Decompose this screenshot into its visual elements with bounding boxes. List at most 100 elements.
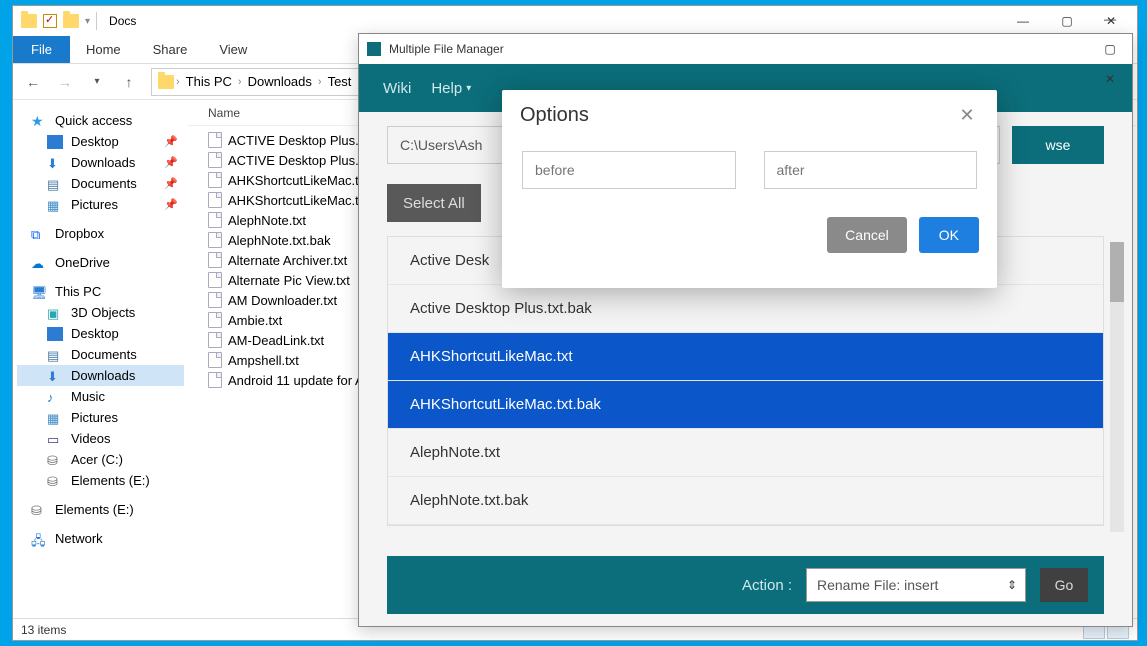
maximize-button[interactable]: ▢ <box>1045 6 1089 36</box>
tree-label: Downloads <box>71 368 135 383</box>
file-name: AM-DeadLink.txt <box>228 333 324 348</box>
tree-label: Acer (C:) <box>71 452 123 467</box>
chevron-right-icon: › <box>238 76 242 88</box>
file-name: Alternate Archiver.txt <box>228 253 347 268</box>
ribbon-file-tab[interactable]: File <box>13 36 70 63</box>
chevron-right-icon: › <box>318 76 322 88</box>
file-name: AHKShortcutLikeMac.txt.b <box>228 193 380 208</box>
back-button[interactable]: ← <box>19 68 47 96</box>
drive-icon: ⛁ <box>31 503 47 517</box>
chevron-down-icon[interactable]: ▾ <box>85 16 90 27</box>
pin-icon: 📌 <box>164 135 178 148</box>
save-icon[interactable] <box>43 14 57 28</box>
tree-3d-objects[interactable]: ▣3D Objects <box>17 302 184 323</box>
modal-overlay: Options ✕ Cancel OK <box>359 34 1132 626</box>
breadcrumb-part[interactable]: This PC <box>182 74 236 89</box>
tree-label: Pictures <box>71 197 118 212</box>
tree-desktop[interactable]: Desktop📌 <box>17 131 184 152</box>
tree-onedrive[interactable]: ☁OneDrive <box>17 252 184 273</box>
document-icon: ▤ <box>47 348 63 362</box>
ok-button[interactable]: OK <box>919 217 979 253</box>
separator <box>96 12 97 30</box>
file-name: Ampshell.txt <box>228 353 299 368</box>
tree-label: Pictures <box>71 410 118 425</box>
column-label: Name <box>208 106 240 120</box>
tree-videos[interactable]: ▭ Videos <box>17 428 184 449</box>
tree-label: Network <box>55 531 103 546</box>
file-icon <box>208 332 222 348</box>
file-icon <box>208 252 222 268</box>
file-icon <box>208 372 222 388</box>
pc-icon: 🖥 <box>31 285 47 299</box>
options-dialog: Options ✕ Cancel OK <box>502 90 997 288</box>
tree-label: OneDrive <box>55 255 110 270</box>
tree-label: Documents <box>71 347 137 362</box>
tree-pictures[interactable]: ▦ Pictures 📌 <box>17 194 184 215</box>
tree-label: Videos <box>71 431 111 446</box>
dialog-title: Options <box>520 104 955 127</box>
cancel-button[interactable]: Cancel <box>827 217 907 253</box>
tree-drive-e2[interactable]: ⛁Elements (E:) <box>17 499 184 520</box>
forward-button[interactable]: → <box>51 68 79 96</box>
download-icon: ⬇ <box>47 156 63 170</box>
tree-drive-e[interactable]: ⛁ Elements (E:) <box>17 470 184 491</box>
tree-desktop2[interactable]: Desktop <box>17 323 184 344</box>
close-icon[interactable]: ✕ <box>955 105 979 126</box>
3d-icon: ▣ <box>47 306 63 320</box>
minimize-button[interactable]: — <box>1001 6 1045 36</box>
ribbon-share-tab[interactable]: Share <box>137 36 204 63</box>
tree-pictures2[interactable]: ▦Pictures <box>17 407 184 428</box>
file-icon <box>208 132 222 148</box>
recent-dropdown[interactable]: ▾ <box>83 68 111 96</box>
tree-label: Documents <box>71 176 137 191</box>
tree-dropbox[interactable]: ⧉Dropbox <box>17 223 184 244</box>
tree-label: Desktop <box>71 326 119 341</box>
file-icon <box>208 272 222 288</box>
before-input[interactable] <box>522 151 736 189</box>
pin-icon: 📌 <box>164 156 178 169</box>
tree-label: This PC <box>55 284 101 299</box>
tree-network[interactable]: 🖧 Network <box>17 528 184 549</box>
tree-label: Quick access <box>55 113 132 128</box>
document-icon: ▤ <box>47 177 63 191</box>
up-button[interactable]: ↑ <box>115 68 143 96</box>
music-icon: ♪ <box>47 390 63 404</box>
video-icon: ▭ <box>47 432 63 446</box>
minimize-button[interactable]: — <box>1088 4 1132 34</box>
file-name: Alternate Pic View.txt <box>228 273 350 288</box>
tree-music[interactable]: ♪Music <box>17 386 184 407</box>
tree-this-pc[interactable]: 🖥 This PC <box>17 281 184 302</box>
dropbox-icon: ⧉ <box>31 227 47 241</box>
drive-icon: ⛁ <box>47 453 63 467</box>
download-icon: ⬇ <box>47 369 63 383</box>
tree-drive-c[interactable]: ⛁ Acer (C:) <box>17 449 184 470</box>
pictures-icon: ▦ <box>47 198 63 212</box>
folder-icon[interactable] <box>63 14 79 28</box>
pin-icon: 📌 <box>164 177 178 190</box>
after-input[interactable] <box>764 151 978 189</box>
file-icon <box>208 212 222 228</box>
file-name: ACTIVE Desktop Plus.txt <box>228 133 373 148</box>
desktop-icon <box>47 327 63 341</box>
breadcrumb-part[interactable]: Test <box>324 74 356 89</box>
file-name: AM Downloader.txt <box>228 293 337 308</box>
breadcrumb-part[interactable]: Downloads <box>244 74 316 89</box>
ribbon-view-tab[interactable]: View <box>203 36 263 63</box>
tree-documents2[interactable]: ▤ Documents <box>17 344 184 365</box>
tree-label: Elements (E:) <box>71 473 150 488</box>
tree-downloads2[interactable]: ⬇ Downloads <box>17 365 184 386</box>
folder-icon <box>158 75 174 89</box>
desktop-icon <box>47 135 63 149</box>
explorer-titlebar[interactable]: ▾ Docs — ▢ ✕ <box>13 6 1137 36</box>
status-text: 13 items <box>21 623 66 637</box>
tree-quick-access[interactable]: ★Quick access <box>17 110 184 131</box>
network-icon: 🖧 <box>31 532 47 546</box>
tree-label: Downloads <box>71 155 135 170</box>
drive-icon: ⛁ <box>47 474 63 488</box>
navigation-tree: ★Quick access Desktop📌 ⬇Downloads📌 ▤Docu… <box>13 100 188 618</box>
tree-documents[interactable]: ▤ Documents 📌 <box>17 173 184 194</box>
file-name: AlephNote.txt <box>228 213 306 228</box>
ribbon-home-tab[interactable]: Home <box>70 36 137 63</box>
pin-icon: 📌 <box>164 198 178 211</box>
tree-downloads[interactable]: ⬇ Downloads 📌 <box>17 152 184 173</box>
